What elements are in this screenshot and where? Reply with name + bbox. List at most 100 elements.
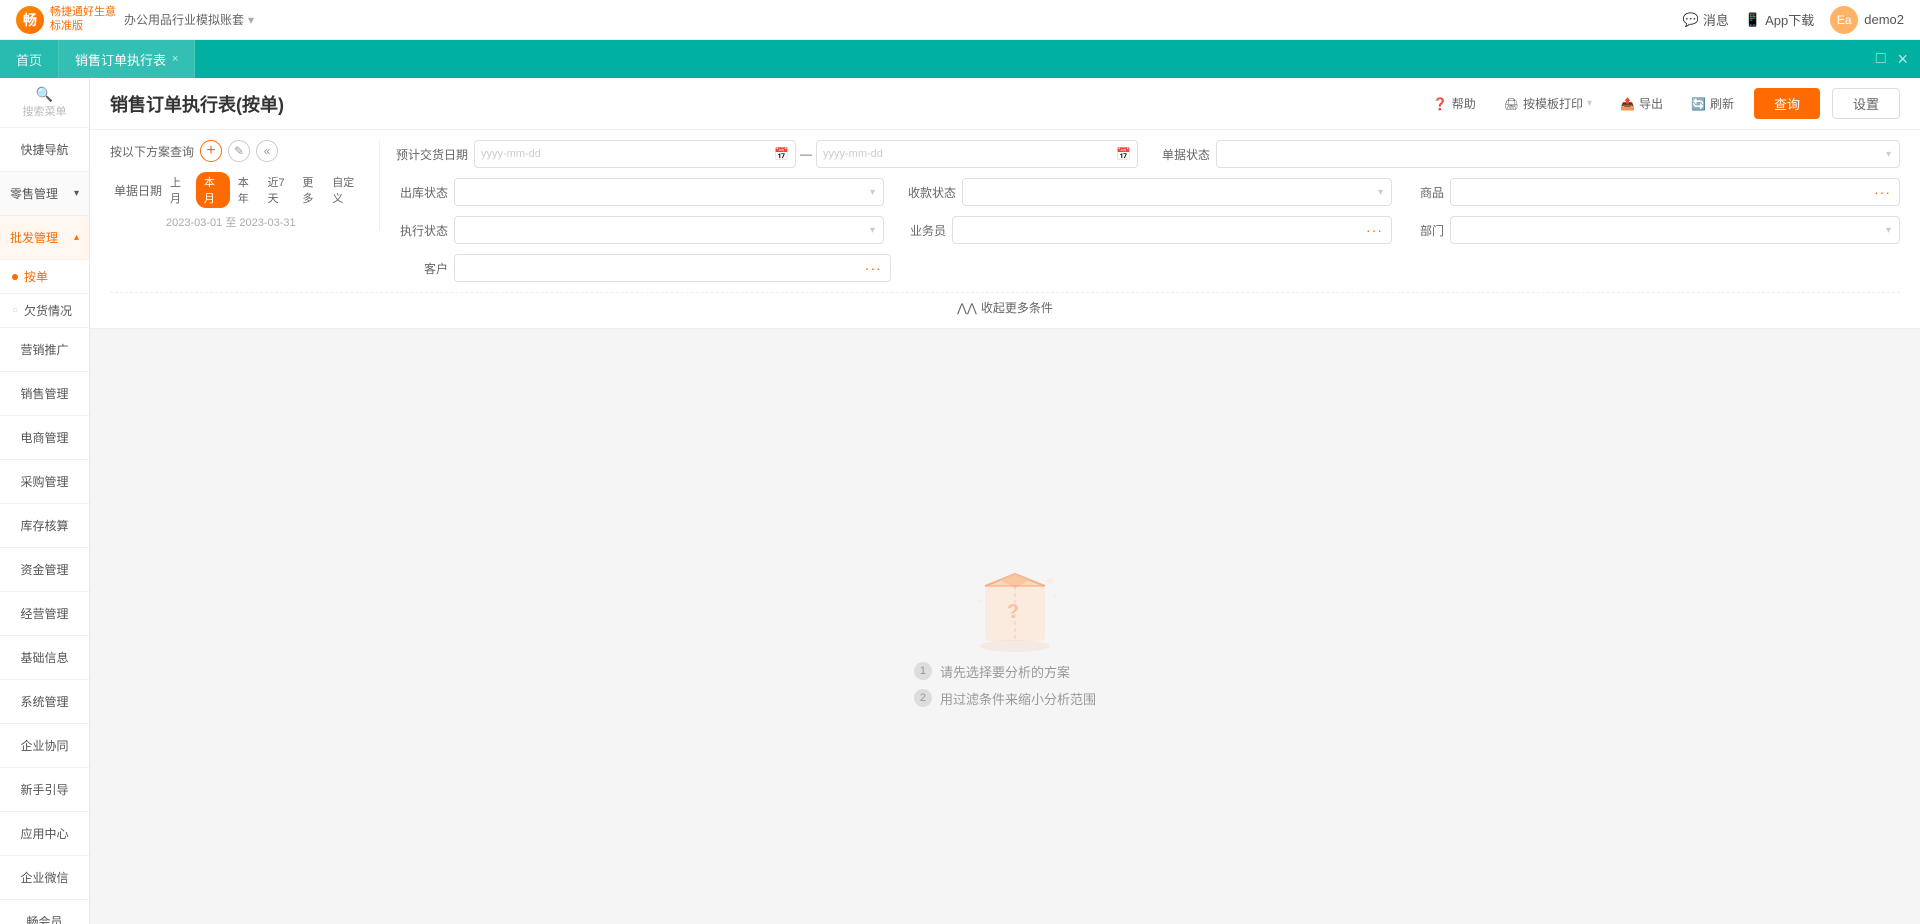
- filter-fields: 预计交货日期 yyyy-mm-dd 📅 — yyyy-mm-dd: [380, 140, 1900, 282]
- exec-status-arrow-icon: ▾: [870, 225, 875, 236]
- receipt-status-arrow-icon: ▾: [1378, 187, 1383, 198]
- date-btn-last-7-days[interactable]: 近7天: [264, 172, 295, 208]
- department-arrow-icon: ▾: [1886, 225, 1891, 236]
- date-btn-last-month[interactable]: 上月: [166, 172, 192, 208]
- sidebar-item-enterprise[interactable]: 企业协同: [0, 724, 89, 768]
- sidebar-item-marketing[interactable]: 营销推广: [0, 328, 89, 372]
- sidebar-item-finance[interactable]: 资金管理: [0, 548, 89, 592]
- message-action[interactable]: 💬 消息: [1683, 10, 1729, 29]
- app-download-icon: 📱: [1745, 12, 1761, 28]
- collapse-button[interactable]: ⋀⋀ 收起更多条件: [957, 299, 1053, 316]
- salesperson-select[interactable]: ···: [952, 216, 1392, 244]
- order-status-select[interactable]: ▾: [1216, 140, 1900, 168]
- logo-text: 畅捷通好生意 标准版: [50, 6, 116, 32]
- top-bar: 畅 畅捷通好生意 标准版 办公用品行业模拟账套 ▾ 💬 消息 📱 App下载 E…: [0, 0, 1920, 40]
- empty-illustration: ?: [955, 546, 1055, 646]
- breadcrumb-arrow[interactable]: ▾: [248, 13, 254, 27]
- date-btn-custom[interactable]: 自定义: [328, 172, 363, 208]
- order-status-field: 单据状态 ▾: [1158, 140, 1900, 168]
- sidebar-item-sales-mgmt[interactable]: 销售管理: [0, 372, 89, 416]
- settings-button[interactable]: 设置: [1832, 88, 1900, 119]
- sub-nav-accounts-receivable[interactable]: ○ 欠货情况: [0, 294, 89, 328]
- date-btn-this-year[interactable]: 本年: [234, 172, 260, 208]
- scheme-edit-button[interactable]: ✎: [228, 140, 250, 162]
- sidebar-item-purchase[interactable]: 采购管理: [0, 460, 89, 504]
- salesperson-label: 业务员: [904, 222, 946, 239]
- collapse-arrow-icon: ⋀⋀: [957, 301, 977, 315]
- restore-window-icon[interactable]: □: [1876, 50, 1886, 68]
- salesperson-dots-icon: ···: [1366, 222, 1383, 238]
- date-btn-this-month[interactable]: 本月: [196, 172, 230, 208]
- sidebar-item-wholesale-mgmt[interactable]: 批发管理 ▴: [0, 216, 89, 260]
- sidebar-item-quick-nav[interactable]: 快捷导航: [0, 128, 89, 172]
- refresh-button[interactable]: 🔄 刷新: [1683, 91, 1742, 116]
- department-select[interactable]: ▾: [1450, 216, 1900, 244]
- sidebar-search[interactable]: 🔍 搜索菜单: [0, 78, 89, 128]
- sidebar-item-inventory[interactable]: 库存核算: [0, 504, 89, 548]
- calendar-to-icon: 📅: [1116, 147, 1131, 161]
- wholesale-sub-nav: 按单 ○ 欠货情况: [0, 260, 89, 328]
- customer-label: 客户: [396, 260, 448, 277]
- press-order-dot: [12, 274, 18, 280]
- tab-sales-order-label: 销售订单执行表: [75, 50, 166, 69]
- out-status-arrow-icon: ▾: [870, 187, 875, 198]
- date-range-display: 2023-03-01 至 2023-03-31: [110, 214, 363, 230]
- tab-sales-order[interactable]: 销售订单执行表 ×: [59, 40, 195, 78]
- date-btn-more[interactable]: 更多: [298, 172, 324, 208]
- logo-area: 畅 畅捷通好生意 标准版: [16, 6, 116, 34]
- breadcrumb-text: 办公用品行业模拟账套: [124, 11, 244, 28]
- order-status-label: 单据状态: [1158, 146, 1210, 163]
- page-area: 销售订单执行表(按单) ❓ 帮助 🖨 按模板打印 ▾ 📤 导出 🔄 刷新: [90, 78, 1920, 924]
- exec-status-label: 执行状态: [396, 222, 448, 239]
- print-button[interactable]: 🖨 按模板打印 ▾: [1496, 91, 1600, 116]
- receipt-status-select[interactable]: ▾: [962, 178, 1392, 206]
- sidebar-item-enterprise-wechat[interactable]: 企业微信: [0, 856, 89, 900]
- expected-delivery-from[interactable]: yyyy-mm-dd 📅: [474, 140, 796, 168]
- exec-status-select[interactable]: ▾: [454, 216, 884, 244]
- sidebar-item-basic-info[interactable]: 基础信息: [0, 636, 89, 680]
- hint-2-num: 2: [914, 689, 932, 707]
- collapse-row: ⋀⋀ 收起更多条件: [110, 292, 1900, 318]
- customer-field: 客户 ···: [396, 254, 891, 282]
- page-title: 销售订单执行表(按单): [110, 91, 284, 117]
- query-button[interactable]: 查询: [1754, 88, 1820, 119]
- customer-select[interactable]: ···: [454, 254, 891, 282]
- tab-home[interactable]: 首页: [0, 40, 59, 78]
- app-download-action[interactable]: 📱 App下载: [1745, 10, 1814, 29]
- scheme-label: 按以下方案查询: [110, 143, 194, 160]
- avatar: Ea: [1830, 6, 1858, 34]
- goods-select[interactable]: ···: [1450, 178, 1900, 206]
- out-status-select[interactable]: ▾: [454, 178, 884, 206]
- help-button[interactable]: ❓ 帮助: [1425, 91, 1484, 116]
- tab-sales-order-close[interactable]: ×: [172, 53, 178, 65]
- filter-area: 按以下方案查询 + ✎ « 单据日期 上月 本月 本年 近7天 更多: [90, 130, 1920, 329]
- salesperson-field: 业务员 ···: [904, 216, 1392, 244]
- sidebar-item-operations[interactable]: 经营管理: [0, 592, 89, 636]
- exec-status-field: 执行状态 ▾: [396, 216, 884, 244]
- department-field: 部门 ▾: [1412, 216, 1900, 244]
- sidebar-item-system[interactable]: 系统管理: [0, 680, 89, 724]
- logo-icon: 畅: [16, 6, 44, 34]
- sidebar-item-app-center[interactable]: 应用中心: [0, 812, 89, 856]
- expected-delivery-to[interactable]: yyyy-mm-dd 📅: [816, 140, 1138, 168]
- sidebar-item-retail-mgmt[interactable]: 零售管理 ▾: [0, 172, 89, 216]
- empty-hints: 1 请先选择要分析的方案 2 用过滤条件来缩小分析范围: [914, 662, 1096, 708]
- sidebar-item-membership[interactable]: 畅会员: [0, 900, 89, 924]
- sidebar-item-newbie[interactable]: 新手引导: [0, 768, 89, 812]
- scheme-collapse-button[interactable]: «: [256, 140, 278, 162]
- date-separator: —: [800, 147, 812, 161]
- export-button[interactable]: 📤 导出: [1612, 91, 1671, 116]
- scheme-add-button[interactable]: +: [200, 140, 222, 162]
- refresh-icon: 🔄: [1691, 97, 1706, 111]
- sub-nav-press-order[interactable]: 按单: [0, 260, 89, 294]
- expected-delivery-field: 预计交货日期 yyyy-mm-dd 📅 — yyyy-mm-dd: [396, 140, 1138, 168]
- close-window-icon[interactable]: ×: [1897, 49, 1908, 70]
- export-icon: 📤: [1620, 97, 1635, 111]
- empty-state: ? 1 请先选择要分析的方案 2: [914, 546, 1096, 708]
- customer-dots-icon: ···: [865, 260, 882, 276]
- user-action[interactable]: Ea demo2: [1830, 6, 1904, 34]
- sidebar-item-ecommerce[interactable]: 电商管理: [0, 416, 89, 460]
- nav-tab-actions: □ ×: [1864, 40, 1920, 78]
- main-content: 🔍 搜索菜单 快捷导航 零售管理 ▾ 批发管理 ▴ 按单 ○ 欠货情况 营销推广: [0, 78, 1920, 924]
- out-status-field: 出库状态 ▾: [396, 178, 884, 206]
